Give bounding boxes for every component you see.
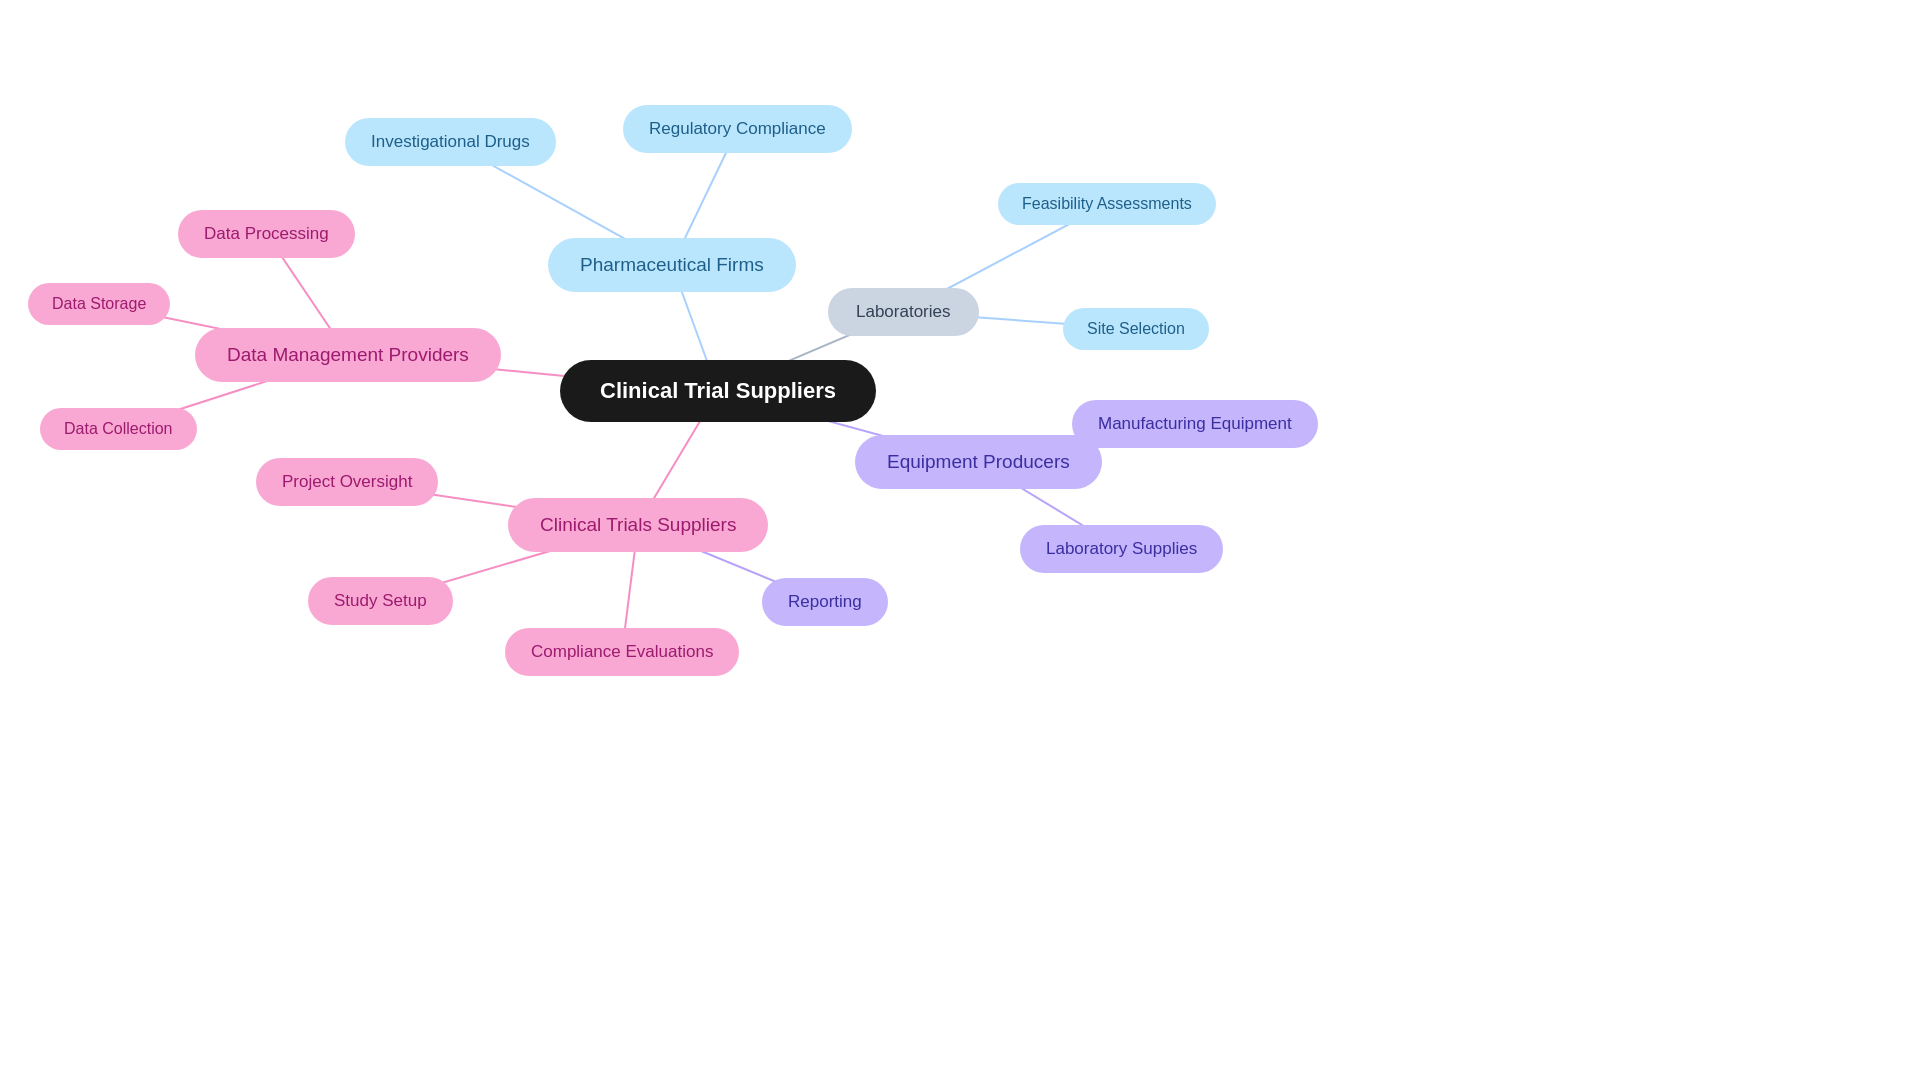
- node-manuf-equip[interactable]: Manufacturing Equipment: [1072, 400, 1318, 448]
- node-labs[interactable]: Laboratories: [828, 288, 979, 336]
- node-data-stor[interactable]: Data Storage: [28, 283, 170, 325]
- node-data-coll[interactable]: Data Collection: [40, 408, 197, 450]
- node-data-mgmt[interactable]: Data Management Providers: [195, 328, 501, 382]
- node-inv-drugs[interactable]: Investigational Drugs: [345, 118, 556, 166]
- node-lab-supp[interactable]: Laboratory Supplies: [1020, 525, 1223, 573]
- center-node[interactable]: Clinical Trial Suppliers: [560, 360, 876, 422]
- node-feasibility[interactable]: Feasibility Assessments: [998, 183, 1216, 225]
- node-study-setup[interactable]: Study Setup: [308, 577, 453, 625]
- node-proj-over[interactable]: Project Oversight: [256, 458, 438, 506]
- node-reg-comp[interactable]: Regulatory Compliance: [623, 105, 852, 153]
- node-site-sel[interactable]: Site Selection: [1063, 308, 1209, 350]
- node-equip-prod[interactable]: Equipment Producers: [855, 435, 1102, 489]
- node-clin-trials[interactable]: Clinical Trials Suppliers: [508, 498, 768, 552]
- node-pharma[interactable]: Pharmaceutical Firms: [548, 238, 796, 292]
- node-comp-eval[interactable]: Compliance Evaluations: [505, 628, 739, 676]
- node-reporting[interactable]: Reporting: [762, 578, 888, 626]
- node-data-proc[interactable]: Data Processing: [178, 210, 355, 258]
